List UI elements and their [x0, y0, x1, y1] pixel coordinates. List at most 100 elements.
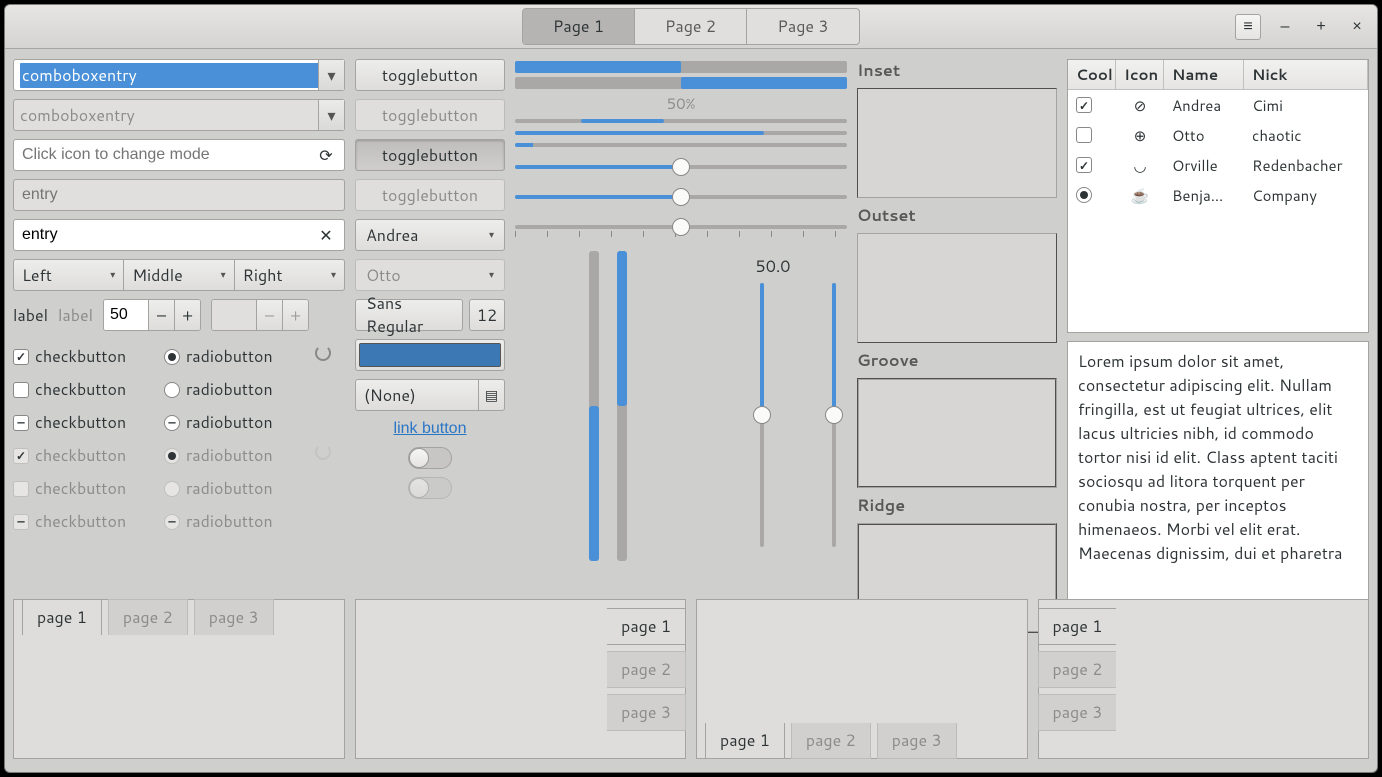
column-frames: Inset Outset Groove Ridge	[857, 59, 1057, 633]
menu-button[interactable]: ≡	[1235, 14, 1261, 40]
switch-enabled[interactable]	[408, 447, 452, 469]
link-button[interactable]: link button	[388, 419, 473, 439]
entry-with-icon-input[interactable]	[20, 145, 314, 165]
linked-middle[interactable]: Middle▾	[123, 259, 233, 291]
table-row[interactable]: ⊘AndreaCimi	[1068, 90, 1368, 120]
comboboxentry-enabled[interactable]: comboboxentry ▾	[13, 59, 345, 91]
table-row[interactable]: ◡OrvilleRedenbacher	[1068, 150, 1368, 180]
notebook-top-tabs: page 1 page 2 page 3	[13, 599, 345, 759]
scale-horizontal-1[interactable]	[515, 157, 847, 177]
nb-top-tab2[interactable]: page 2	[108, 599, 188, 635]
table-row[interactable]: ☕Benja…Company	[1068, 180, 1368, 210]
th-nick[interactable]: Nick	[1244, 60, 1368, 89]
checkbutton-checked[interactable]: checkbutton	[13, 345, 164, 368]
scale-vertical-2[interactable]	[825, 283, 843, 547]
checkbutton-unchecked[interactable]: checkbutton	[13, 378, 164, 401]
font-button[interactable]: Sans Regular 12	[355, 299, 505, 331]
stack-switcher: Page 1 Page 2 Page 3	[522, 8, 860, 45]
nb-left-tab1[interactable]: page 1	[1038, 608, 1117, 645]
nb-right-tab3[interactable]: page 3	[607, 694, 686, 731]
row-nick: Cimi	[1244, 95, 1368, 116]
linked-left[interactable]: Left▾	[13, 259, 123, 291]
vertical-sliders-row: 50.0	[515, 241, 847, 561]
spin-down-icon[interactable]: –	[148, 300, 174, 330]
row-icon: ⊕	[1116, 125, 1164, 146]
font-name-button[interactable]: Sans Regular	[355, 299, 463, 331]
togglebutton-normal[interactable]: togglebutton	[355, 59, 505, 91]
progressbar-vertical-1	[589, 251, 599, 561]
nb-left-tab3[interactable]: page 3	[1038, 694, 1117, 731]
linked-right[interactable]: Right▾	[234, 259, 345, 291]
spinbutton-enabled-input[interactable]	[104, 300, 148, 330]
stack-tab-page2[interactable]: Page 2	[635, 9, 747, 44]
levelbar-segmented	[515, 143, 847, 147]
close-icon: ×	[1352, 18, 1361, 36]
radiobutton-checked[interactable]: radiobutton	[164, 345, 315, 368]
th-cool[interactable]: Cool	[1068, 60, 1116, 89]
nb-bottom-tab2[interactable]: page 2	[791, 723, 871, 759]
togglebutton-pressed[interactable]: togglebutton	[355, 139, 505, 171]
stack-tab-page3[interactable]: Page 3	[747, 9, 859, 44]
table-row[interactable]: ⊕Ottochaotic	[1068, 120, 1368, 150]
check-icon	[13, 514, 29, 530]
row-radio[interactable]	[1076, 187, 1092, 203]
row-checkbox[interactable]	[1076, 127, 1092, 143]
entry-with-clear-input[interactable]	[20, 225, 314, 245]
nb-right-tab1[interactable]: page 1	[607, 608, 686, 645]
notebook-left-tabs: page 1 page 2 page 3	[1038, 599, 1370, 759]
nb-left-tab2[interactable]: page 2	[1038, 651, 1117, 688]
nb-bottom-tab3[interactable]: page 3	[877, 723, 957, 759]
scale-vertical-1[interactable]: 50.0	[753, 283, 771, 547]
file-chooser-label: (None)	[364, 384, 416, 407]
open-folder-icon[interactable]: ▤	[478, 380, 504, 410]
comboboxentry-disabled-text: comboboxentry	[20, 104, 338, 127]
nb-right-tab2[interactable]: page 2	[607, 651, 686, 688]
combo-name-enabled[interactable]: Andrea▾	[355, 219, 505, 251]
levelbar-low	[515, 119, 847, 123]
checkbutton-inconsistent[interactable]: checkbutton	[13, 411, 164, 434]
radio-icon	[164, 448, 180, 464]
combo-name-disabled: Otto▾	[355, 259, 505, 291]
entry-with-icon[interactable]: ⟳	[13, 139, 345, 171]
radiobutton-disabled-inconsistent: radiobutton	[164, 510, 315, 533]
nb-top-tab1[interactable]: page 1	[22, 599, 102, 635]
radio-icon	[164, 415, 180, 431]
refresh-icon[interactable]: ⟳	[314, 144, 338, 167]
radiobutton-inconsistent[interactable]: radiobutton	[164, 411, 315, 434]
entry-with-clear[interactable]: ✕	[13, 219, 345, 251]
maximize-button[interactable]: +	[1309, 15, 1333, 39]
treeview[interactable]: Cool Icon Name Nick ⊘AndreaCimi⊕Ottochao…	[1067, 59, 1369, 333]
spin-up-icon[interactable]: +	[174, 300, 200, 330]
file-chooser-button[interactable]: (None) ▤	[355, 379, 505, 411]
stack-tab-page1[interactable]: Page 1	[523, 9, 635, 44]
spinbutton-enabled[interactable]: – +	[103, 299, 201, 331]
close-button[interactable]: ×	[1345, 15, 1369, 39]
radio-icon	[164, 514, 180, 530]
th-name[interactable]: Name	[1164, 60, 1244, 89]
chevron-down-icon: ▾	[110, 268, 115, 282]
textview[interactable]: Lorem ipsum dolor sit amet, consectetur …	[1067, 341, 1369, 633]
scale-horizontal-2[interactable]	[515, 187, 847, 207]
radio-icon	[164, 382, 180, 398]
row-checkbox[interactable]	[1076, 157, 1092, 173]
nb-bottom-tab1[interactable]: page 1	[705, 723, 785, 759]
radio-label: radiobutton	[186, 477, 273, 500]
spinner-icon	[315, 345, 331, 361]
color-button[interactable]	[355, 339, 505, 371]
minimize-button[interactable]: –	[1273, 15, 1297, 39]
frame-groove	[857, 378, 1057, 488]
font-size-button[interactable]: 12	[469, 299, 505, 331]
comboboxentry-disabled: comboboxentry ▾	[13, 99, 345, 131]
th-icon[interactable]: Icon	[1116, 60, 1164, 89]
combo-name-label: Otto	[366, 264, 401, 287]
row-checkbox[interactable]	[1076, 97, 1092, 113]
checkbutton-disabled-inconsistent: checkbutton	[13, 510, 164, 533]
entry-disabled-input	[20, 185, 338, 205]
nb-top-tab3[interactable]: page 3	[194, 599, 274, 635]
radiobutton-unchecked[interactable]: radiobutton	[164, 378, 315, 401]
scale-horizontal-ticks[interactable]	[515, 217, 847, 237]
check-label: checkbutton	[35, 477, 126, 500]
chevron-down-icon[interactable]: ▾	[318, 60, 344, 90]
clear-icon[interactable]: ✕	[314, 224, 338, 247]
check-label: checkbutton	[35, 345, 126, 368]
